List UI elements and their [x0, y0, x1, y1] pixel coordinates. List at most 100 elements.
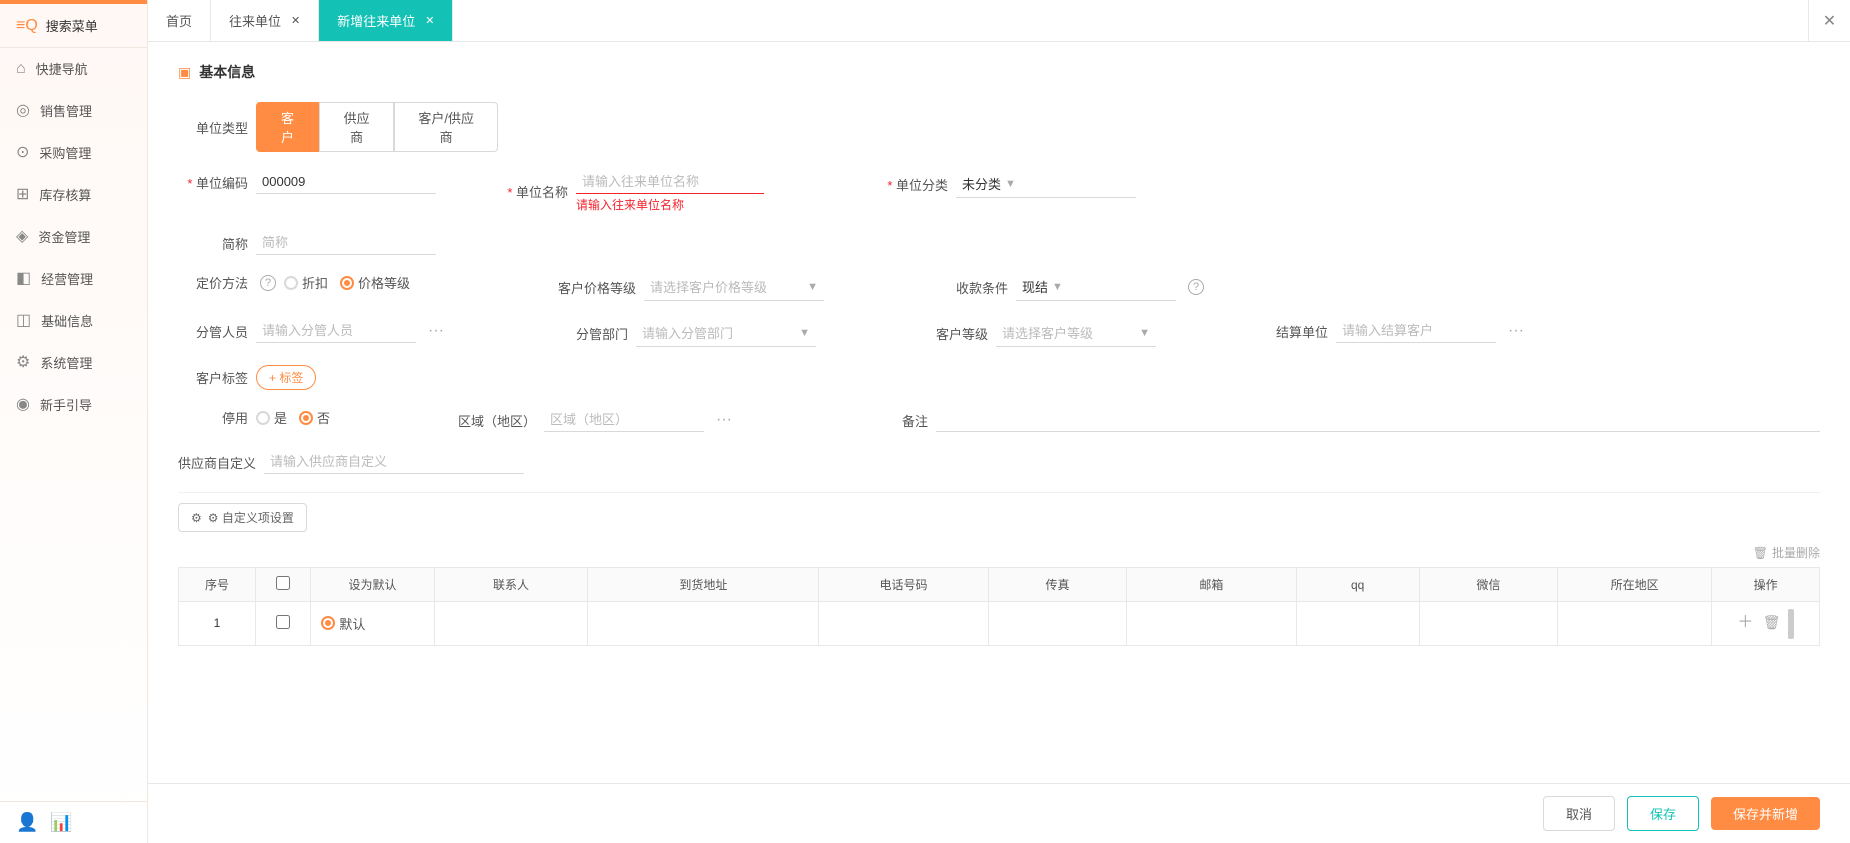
pricing-help-icon[interactable]: ?: [260, 275, 276, 291]
guide-icon: ◉: [16, 394, 30, 414]
unit-type-customer-btn[interactable]: 客户: [256, 102, 319, 152]
row-contact-input[interactable]: [445, 616, 578, 630]
supplier-custom-input[interactable]: [264, 450, 524, 474]
row-phone-input[interactable]: [829, 616, 977, 630]
select-all-checkbox[interactable]: [276, 576, 290, 590]
sidebar-item-inventory[interactable]: ⊞ 库存核算: [0, 173, 147, 215]
search-label: 搜索菜单: [46, 16, 98, 35]
row-default-radio[interactable]: 默认: [321, 614, 423, 633]
remarks-input[interactable]: [936, 408, 1820, 432]
disabled-no-radio[interactable]: 否: [299, 408, 330, 427]
row-drag-handle[interactable]: [1788, 609, 1794, 639]
region-more-btn[interactable]: ···: [712, 411, 736, 429]
section-title: ▣ 基本信息: [178, 62, 1820, 82]
user-icon[interactable]: 👤: [16, 812, 38, 833]
table-row: 1 默认: [179, 602, 1820, 646]
payment-terms-label: 收款条件: [938, 278, 1008, 297]
customer-level-arrow: ▼: [1139, 327, 1150, 339]
add-tag-button[interactable]: + 标签: [256, 365, 316, 390]
row-email[interactable]: [1127, 602, 1296, 646]
sidebar-item-label: 资金管理: [38, 227, 90, 246]
short-name-input[interactable]: [256, 231, 436, 255]
row-qq-input[interactable]: [1307, 616, 1409, 630]
row-checkbox-cell: [255, 602, 310, 646]
region-input[interactable]: [544, 408, 704, 432]
row-fax-input[interactable]: [999, 616, 1117, 630]
sidebar-bottom: 👤 📊: [0, 801, 147, 843]
manager-more-btn[interactable]: ···: [424, 322, 448, 340]
batch-delete-row: 🗑 批量删除: [178, 544, 1820, 561]
unit-type-supplier-btn[interactable]: 供应商: [319, 102, 394, 152]
settlement-unit-input[interactable]: [1336, 319, 1496, 343]
settlement-more-btn[interactable]: ···: [1504, 322, 1528, 340]
sidebar-item-basic[interactable]: ◫ 基础信息: [0, 299, 147, 341]
chart-icon[interactable]: 📊: [50, 812, 72, 833]
tab-contacts[interactable]: 往来单位 ✕: [211, 0, 319, 41]
tab-new-contact[interactable]: 新增往来单位 ✕: [319, 0, 453, 41]
pricing-row: 定价方法 ? 折扣 价格等级 客户价格等级 请选择客户价格等级: [178, 273, 1820, 301]
sidebar-item-finance[interactable]: ◈ 资金管理: [0, 215, 147, 257]
manager-input[interactable]: [256, 319, 416, 343]
unit-name-input[interactable]: [576, 170, 764, 194]
row-add-button[interactable]: ＋: [1737, 614, 1753, 631]
unit-type-both-btn[interactable]: 客户/供应商: [394, 102, 498, 152]
batch-delete-label: 批量删除: [1772, 544, 1820, 561]
row-phone[interactable]: [819, 602, 988, 646]
row-region[interactable]: [1558, 602, 1712, 646]
col-address: 到货地址: [588, 568, 819, 602]
row-contact[interactable]: [434, 602, 588, 646]
row-address[interactable]: [588, 602, 819, 646]
remarks-label: 备注: [858, 411, 928, 430]
window-close-button[interactable]: ✕: [1808, 0, 1850, 41]
department-label: 分管部门: [558, 324, 628, 343]
pricing-discount-radio[interactable]: 折扣: [284, 273, 328, 292]
row-address-input[interactable]: [598, 616, 808, 630]
cancel-button[interactable]: 取消: [1543, 796, 1615, 831]
sidebar-item-quick-nav[interactable]: ⌂ 快捷导航: [0, 48, 147, 89]
tab-contacts-close[interactable]: ✕: [291, 14, 300, 27]
tab-home[interactable]: 首页: [148, 0, 211, 41]
save-button[interactable]: 保存: [1627, 796, 1699, 831]
customer-price-select[interactable]: 请选择客户价格等级 ▼: [644, 273, 824, 301]
pricing-level-circle: [340, 276, 354, 290]
unit-name-cell: 单位名称 请输入往来单位名称: [498, 170, 878, 213]
sidebar: ≡Q 搜索菜单 ⌂ 快捷导航 ◎ 销售管理 ⊙ 采购管理 ⊞ 库存核算 ◈ 资金…: [0, 0, 148, 843]
payment-terms-help-icon[interactable]: ?: [1188, 279, 1204, 295]
batch-delete-button[interactable]: 🗑 批量删除: [1753, 544, 1820, 561]
pricing-discount-label: 折扣: [302, 273, 328, 292]
row-region-input[interactable]: [1568, 616, 1701, 630]
sidebar-item-guide[interactable]: ◉ 新手引导: [0, 383, 147, 425]
custom-settings-label: ⚙ 自定义项设置: [208, 509, 294, 526]
customer-level-select[interactable]: 请选择客户等级 ▼: [996, 319, 1156, 347]
row-delete-button[interactable]: 🗑: [1763, 614, 1781, 630]
sidebar-item-purchase[interactable]: ⊙ 采购管理: [0, 131, 147, 173]
row-wechat[interactable]: [1419, 602, 1558, 646]
row-wechat-input[interactable]: [1430, 616, 1548, 630]
customer-price-cell: 客户价格等级 请选择客户价格等级 ▼: [558, 273, 938, 301]
pricing-method-cell: 定价方法 ? 折扣 价格等级: [178, 273, 558, 292]
disabled-no-circle: [299, 411, 313, 425]
sidebar-search[interactable]: ≡Q 搜索菜单: [0, 4, 147, 48]
unit-category-value: 未分类: [962, 174, 1001, 193]
row-checkbox[interactable]: [276, 615, 290, 629]
unit-category-select[interactable]: 未分类 ▼: [956, 170, 1136, 198]
sidebar-item-sales[interactable]: ◎ 销售管理: [0, 89, 147, 131]
remarks-cell: 备注: [858, 408, 1820, 432]
custom-settings-button[interactable]: ⚙ ⚙ 自定义项设置: [178, 503, 307, 532]
row-fax[interactable]: [988, 602, 1127, 646]
col-contact: 联系人: [434, 568, 588, 602]
disabled-yes-radio[interactable]: 是: [256, 408, 287, 427]
tab-new-contact-close[interactable]: ✕: [425, 14, 434, 27]
unit-code-input[interactable]: [256, 170, 436, 194]
department-placeholder: 请输入分管部门: [642, 323, 795, 342]
row-default-circle: [321, 616, 335, 630]
contact-table: 序号 设为默认 联系人 到货地址 电话号码 传真 邮箱 qq 微信 所在地区 操…: [178, 567, 1820, 646]
pricing-level-radio[interactable]: 价格等级: [340, 273, 410, 292]
save-new-button[interactable]: 保存并新增: [1711, 797, 1820, 830]
department-select[interactable]: 请输入分管部门 ▼: [636, 319, 816, 347]
row-qq[interactable]: [1296, 602, 1419, 646]
sidebar-item-system[interactable]: ⚙ 系统管理: [0, 341, 147, 383]
sidebar-item-operations[interactable]: ◧ 经营管理: [0, 257, 147, 299]
payment-terms-select[interactable]: 现结 ▼: [1016, 273, 1176, 301]
row-email-input[interactable]: [1137, 616, 1285, 630]
